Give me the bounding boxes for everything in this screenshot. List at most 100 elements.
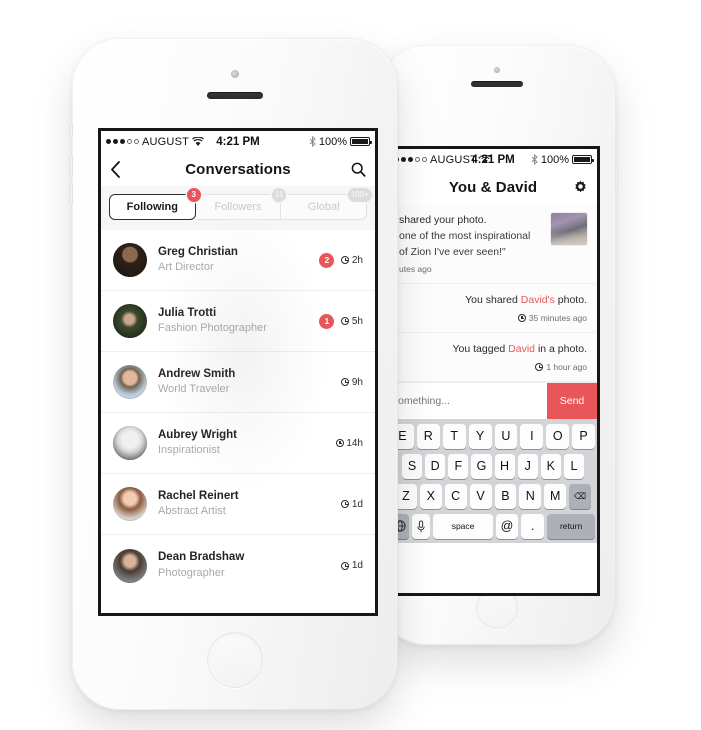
list-item-status: 14h (335, 438, 363, 449)
keyboard-row-4: space @ . return (391, 513, 595, 539)
left-phone-screen: AUGUST 4:21 PM 100% Conversations Follow… (98, 128, 378, 616)
at-key[interactable]: @ (495, 513, 519, 539)
power-button[interactable] (615, 165, 618, 191)
photo-thumbnail[interactable] (551, 213, 587, 245)
message-highlight[interactable]: David's (521, 294, 555, 306)
message-suffix: in a photo. (535, 343, 587, 355)
mute-switch[interactable] (69, 124, 73, 138)
timestamp: 2h (341, 255, 363, 266)
microphone-key[interactable] (412, 513, 431, 539)
right-status-right: 100% (531, 154, 594, 166)
message-timestamp: utes ago (399, 264, 432, 275)
message-item[interactable]: You tagged David in a photo. 1 hour ago (389, 333, 597, 382)
message-body: You shared David's photo. 35 minutes ago (399, 293, 587, 323)
key-u[interactable]: U (494, 423, 518, 449)
keyboard-row-3: Z X C V B N M ⌫ (391, 483, 595, 509)
period-key[interactable]: . (521, 513, 545, 539)
list-item-meta: Andrew Smith World Traveler (158, 367, 341, 397)
message-composer: Send (389, 381, 597, 419)
search-button[interactable] (351, 152, 366, 186)
key-m[interactable]: M (544, 483, 567, 509)
key-n[interactable]: N (519, 483, 542, 509)
send-button[interactable]: Send (547, 382, 597, 419)
list-item[interactable]: Greg Christian Art Director 2 2h (101, 230, 375, 291)
home-button[interactable] (207, 632, 263, 688)
key-h[interactable]: H (494, 453, 515, 479)
volume-up-button[interactable] (69, 156, 73, 176)
key-b[interactable]: B (494, 483, 517, 509)
avatar (113, 548, 147, 583)
key-p[interactable]: P (572, 423, 595, 449)
right-phone-screen: AUGUST 4:21 PM 100% You & David shared y… (386, 146, 600, 596)
key-x[interactable]: X (419, 483, 442, 509)
list-item-meta: Rachel Reinert Abstract Artist (158, 489, 341, 519)
key-s[interactable]: S (402, 453, 423, 479)
contact-name: Greg Christian (158, 245, 238, 258)
search-icon (351, 162, 366, 177)
settings-button[interactable] (573, 170, 588, 204)
key-j[interactable]: J (517, 453, 538, 479)
list-item[interactable]: Andrew Smith World Traveler 9h (101, 352, 375, 413)
key-k[interactable]: K (540, 453, 561, 479)
timestamp: 1d (341, 499, 363, 510)
unread-badge: 1 (319, 313, 335, 329)
timestamp: 9h (341, 377, 363, 388)
list-item-status: 1d (341, 499, 363, 510)
tab-label: Following (126, 201, 178, 213)
message-item[interactable]: shared your photo. one of the most inspi… (389, 204, 597, 285)
list-item[interactable]: Dean Bradshaw Photographer 1d (101, 535, 375, 596)
key-i[interactable]: I (520, 423, 544, 449)
microphone-icon (417, 520, 425, 532)
message-highlight[interactable]: David (508, 343, 535, 355)
space-key[interactable]: space (433, 513, 493, 539)
message-text: shared your photo. (399, 214, 487, 226)
key-y[interactable]: Y (468, 423, 492, 449)
tab-followers[interactable]: Followers 11 (195, 188, 287, 220)
tab-global[interactable]: Global 100+ (281, 188, 373, 220)
clock-icon (335, 439, 344, 447)
back-button[interactable] (110, 152, 121, 186)
key-r[interactable]: R (416, 423, 440, 449)
message-quote-line1: one of the most inspirational (399, 229, 531, 242)
key-o[interactable]: O (546, 423, 570, 449)
earpiece-speaker (471, 81, 523, 87)
contact-role: World Traveler (158, 383, 230, 396)
message-prefix: You tagged (452, 343, 509, 355)
backspace-key[interactable]: ⌫ (569, 483, 591, 509)
segmented-control: Following 3 Followers 11 Global 100+ (109, 188, 373, 220)
message-body: shared your photo. one of the most inspi… (399, 213, 543, 274)
return-key[interactable]: return (547, 513, 595, 539)
key-l[interactable]: L (563, 453, 584, 479)
key-c[interactable]: C (444, 483, 467, 509)
tab-following[interactable]: Following 3 (109, 188, 201, 220)
list-item-meta: Greg Christian Art Director (158, 245, 319, 275)
front-camera-icon (494, 67, 500, 73)
scene: AUGUST 4:21 PM 100% You & David shared y… (0, 0, 701, 730)
tab-label: Followers (214, 201, 262, 213)
key-z[interactable]: Z (395, 483, 417, 509)
unread-badge: 2 (319, 252, 335, 268)
contact-name: Julia Trotti (158, 306, 217, 319)
avatar (113, 304, 147, 338)
key-g[interactable]: G (471, 453, 492, 479)
contact-role: Fashion Photographer (158, 322, 267, 335)
key-f[interactable]: F (448, 453, 469, 479)
clock-icon (341, 500, 350, 508)
list-item-meta: Julia Trotti Fashion Photographer (158, 306, 319, 336)
key-v[interactable]: V (469, 483, 492, 509)
message-prefix: You shared (465, 294, 521, 307)
key-t[interactable]: T (442, 423, 466, 449)
volume-down-button[interactable] (69, 184, 73, 204)
message-input[interactable] (389, 382, 547, 419)
clock-icon (341, 378, 350, 386)
list-item-meta: Aubrey Wright Inspirationist (158, 428, 336, 458)
right-nav-bar: You & David (389, 170, 597, 204)
list-item[interactable]: Rachel Reinert Abstract Artist 1d (101, 474, 375, 535)
key-d[interactable]: D (425, 453, 446, 479)
message-suffix: photo. (554, 294, 587, 307)
bluetooth-icon (309, 136, 316, 147)
list-item[interactable]: Aubrey Wright Inspirationist 14h (101, 413, 375, 474)
list-item[interactable]: Julia Trotti Fashion Photographer 1 5h (101, 291, 375, 352)
clock-icon (341, 256, 350, 264)
message-item[interactable]: You shared David's photo. 35 minutes ago (389, 284, 597, 333)
